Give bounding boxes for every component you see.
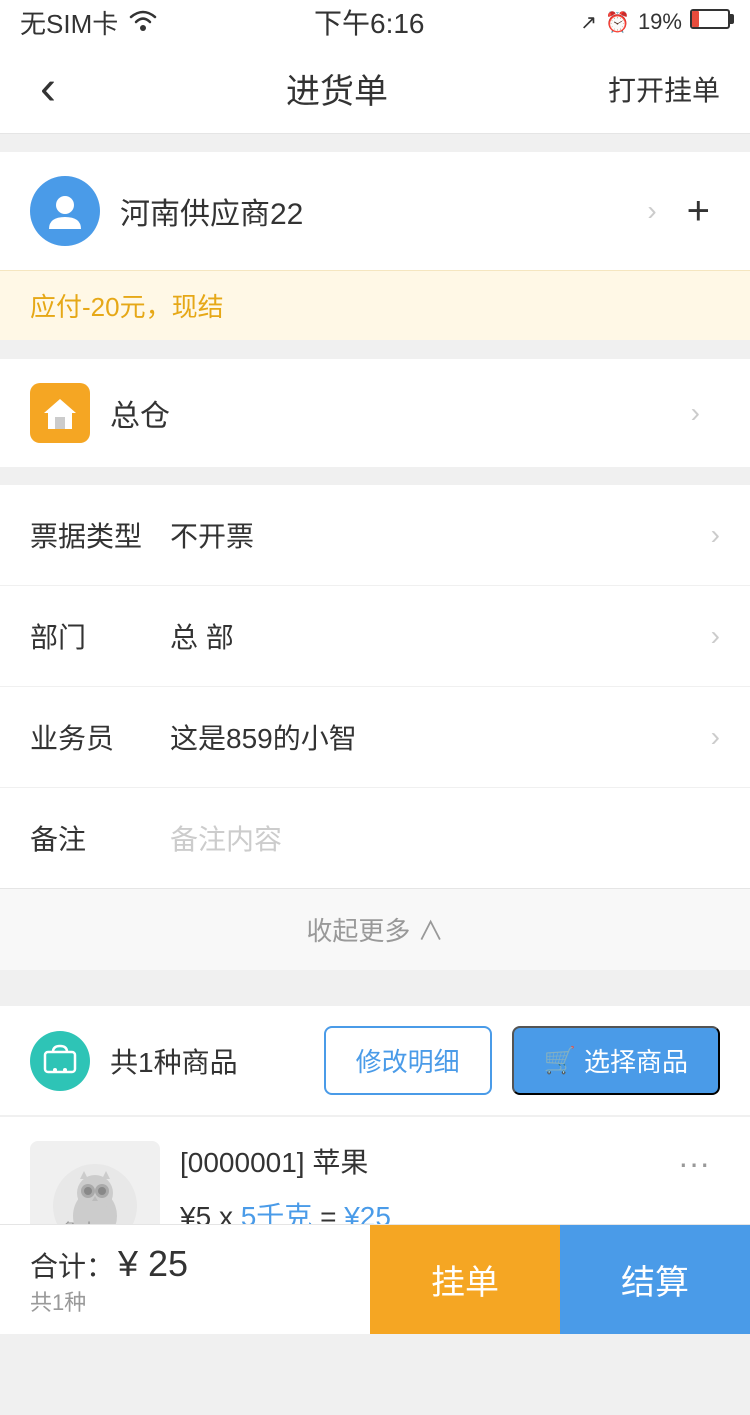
alarm-icon: ⏰	[605, 10, 630, 35]
user-icon	[45, 191, 85, 231]
product-name: [0000001] 苹果	[180, 1141, 648, 1181]
open-hang-button[interactable]: 打开挂单	[608, 69, 720, 109]
ticket-type-label: 票据类型	[30, 515, 170, 555]
collapse-label: 收起更多 ∧	[306, 911, 443, 948]
supplier-row[interactable]: 河南供应商22 › +	[0, 152, 750, 270]
status-bar: 无SIM卡 下午6:16 ↗ ⏰ 19%	[0, 0, 750, 44]
status-left: 无SIM卡	[20, 4, 158, 41]
product-more-button[interactable]: ···	[668, 1141, 720, 1186]
total-amount: ¥ 25	[118, 1243, 188, 1285]
supplier-chevron-icon: ›	[647, 195, 656, 227]
collapse-bar[interactable]: 收起更多 ∧	[0, 888, 750, 970]
hang-button[interactable]: 挂单	[370, 1225, 560, 1334]
location-icon: ↗	[580, 10, 597, 35]
home-icon	[42, 395, 78, 431]
department-value: 总 部	[170, 616, 701, 656]
ticket-type-chevron-icon: ›	[711, 519, 720, 551]
warehouse-row[interactable]: 总仓 ›	[0, 358, 750, 467]
checkout-button[interactable]: 结算	[560, 1225, 750, 1334]
total-section: 合计： ¥ 25 共1种	[0, 1225, 370, 1334]
divider-2	[0, 340, 750, 358]
total-label: 合计：	[30, 1245, 114, 1285]
time-label: 下午6:16	[314, 2, 425, 42]
product-code: [0000001]	[180, 1147, 305, 1178]
select-product-label: 选择商品	[584, 1042, 688, 1079]
divider-1	[0, 134, 750, 152]
products-count: 共1种商品	[110, 1041, 304, 1081]
carrier-label: 无SIM卡	[20, 4, 118, 41]
bottom-bar: 合计： ¥ 25 共1种 挂单 结算	[0, 1224, 750, 1334]
product-title: 苹果	[312, 1147, 368, 1178]
warning-text: 应付-20元，现结	[30, 292, 224, 322]
select-product-button[interactable]: 🛒 选择商品	[512, 1026, 720, 1095]
note-label: 备注	[30, 818, 170, 858]
supplier-avatar	[30, 176, 100, 246]
salesperson-label: 业务员	[30, 717, 170, 757]
warehouse-section: 总仓 ›	[0, 358, 750, 467]
page-title: 进货单	[286, 64, 388, 113]
salesperson-chevron-icon: ›	[711, 721, 720, 753]
supplier-name: 河南供应商22	[120, 189, 647, 233]
department-label: 部门	[30, 616, 170, 656]
add-supplier-button[interactable]: +	[677, 189, 720, 234]
nav-bar: ‹ 进货单 打开挂单	[0, 44, 750, 134]
select-cart-icon: 🛒	[544, 1045, 576, 1076]
products-icon	[30, 1031, 90, 1091]
supplier-section: 河南供应商22 › + 应付-20元，现结	[0, 152, 750, 340]
warning-bar: 应付-20元，现结	[0, 270, 750, 340]
back-button[interactable]: ‹	[30, 51, 66, 126]
note-row[interactable]: 备注 备注内容	[0, 788, 750, 888]
status-right: ↗ ⏰ 19%	[580, 8, 730, 36]
cart-icon	[43, 1044, 77, 1078]
warehouse-icon	[30, 383, 90, 443]
form-section: 票据类型 不开票 › 部门 总 部 › 业务员 这是859的小智 › 备注 备注…	[0, 485, 750, 888]
product-info: [0000001] 苹果 ¥5 x 5千克 = ¥25	[180, 1141, 648, 1235]
ticket-type-value: 不开票	[170, 515, 701, 555]
total-sub: 共1种	[30, 1285, 340, 1317]
products-header: 共1种商品 修改明细 🛒 选择商品	[0, 1006, 750, 1115]
battery-percent: 19%	[638, 9, 682, 35]
salesperson-row[interactable]: 业务员 这是859的小智 ›	[0, 687, 750, 788]
salesperson-value: 这是859的小智	[170, 717, 701, 757]
battery-icon	[690, 8, 730, 36]
divider-3	[0, 467, 750, 485]
department-row[interactable]: 部门 总 部 ›	[0, 586, 750, 687]
warehouse-chevron-icon: ›	[691, 397, 700, 429]
warehouse-name: 总仓	[110, 391, 691, 435]
divider-4	[0, 970, 750, 988]
wifi-icon	[128, 7, 158, 38]
department-chevron-icon: ›	[711, 620, 720, 652]
ticket-type-row[interactable]: 票据类型 不开票 ›	[0, 485, 750, 586]
note-placeholder: 备注内容	[170, 818, 720, 858]
modify-detail-button[interactable]: 修改明细	[324, 1026, 492, 1095]
